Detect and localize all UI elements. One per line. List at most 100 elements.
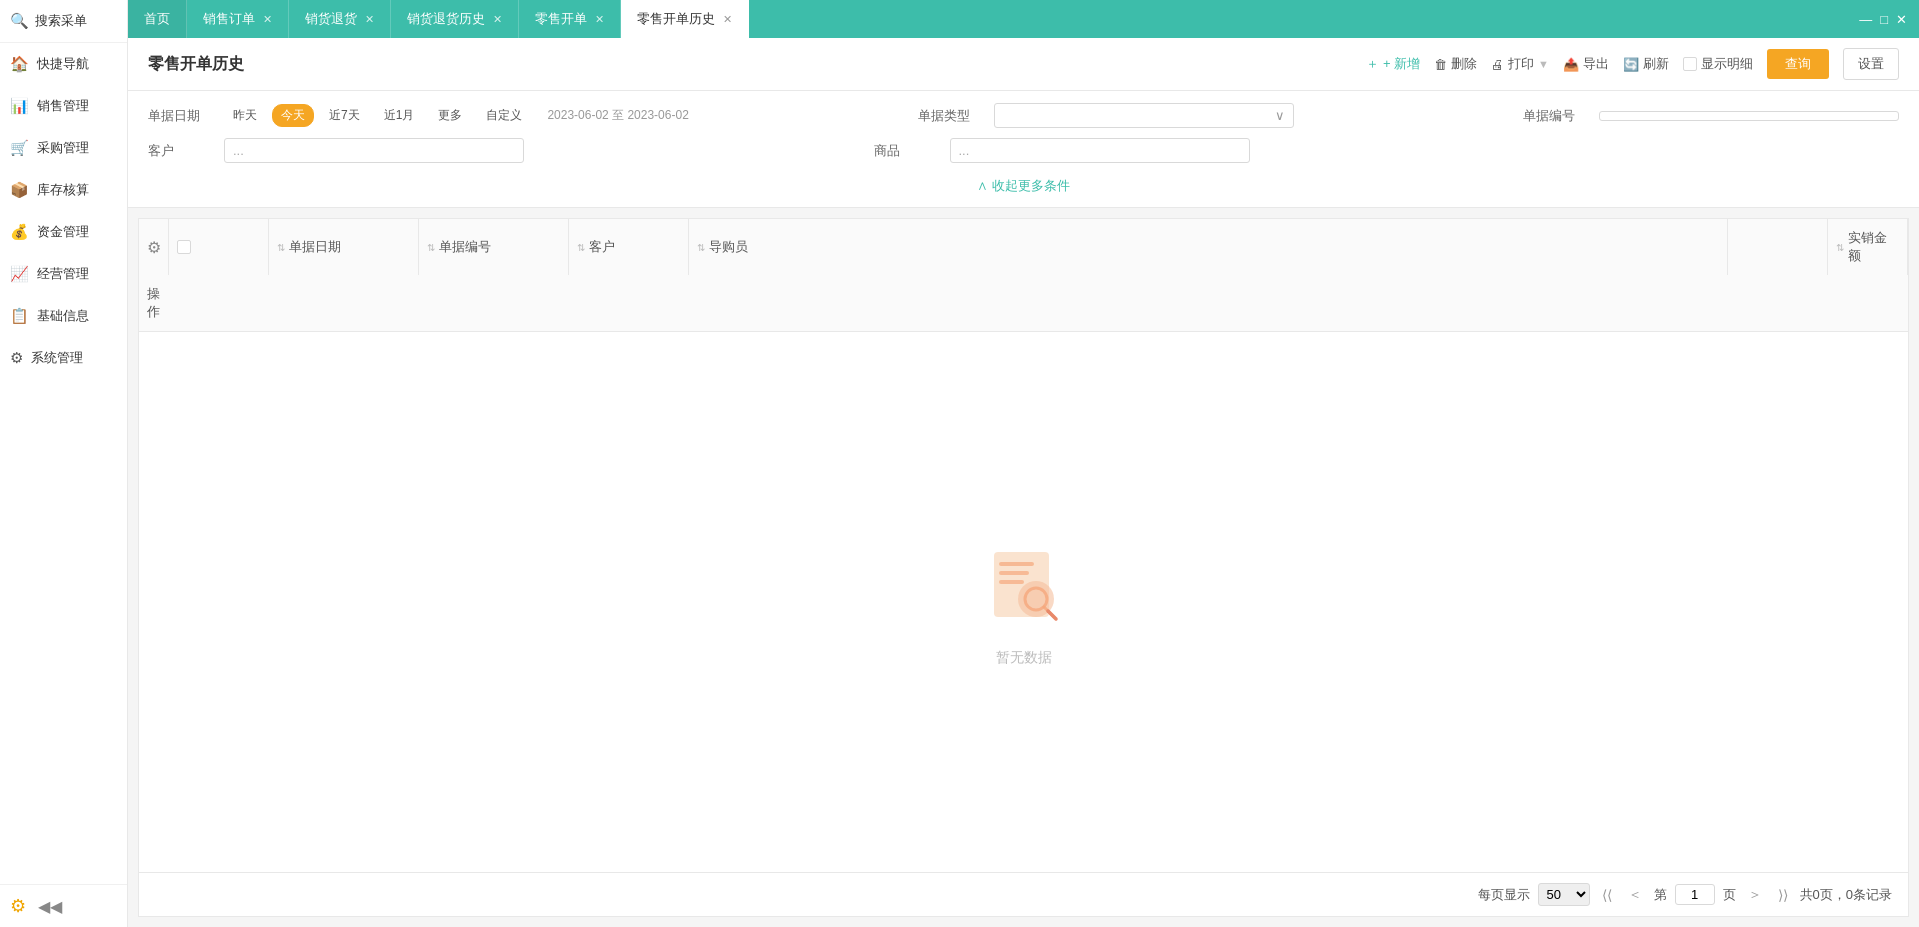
tab-sales-order-close[interactable]: ✕: [263, 13, 272, 26]
date-buttons: 昨天 今天 近7天 近1月 更多 自定义: [224, 104, 531, 127]
sidebar-item-sales-mgmt[interactable]: 📊 销售管理: [0, 85, 127, 127]
svg-rect-1: [999, 562, 1034, 566]
minimize-icon[interactable]: —: [1859, 12, 1872, 27]
total-records-text: 共0页，0条记录: [1800, 886, 1892, 904]
sort-guide-icon: ⇅: [697, 242, 705, 253]
sidebar-item-label: 经营管理: [37, 265, 89, 283]
customer-filter-label: 客户: [148, 142, 208, 160]
sidebar-bottom: ⚙ ◀◀: [0, 884, 127, 927]
maximize-icon[interactable]: □: [1880, 12, 1888, 27]
sort-number-icon: ⇅: [427, 242, 435, 253]
th-date[interactable]: ⇅ 单据日期: [269, 219, 419, 275]
pagination: 每页显示 50 100 200 ⟨⟨ ＜ 第 页 ＞ ⟩⟩ 共0页，0条记录: [139, 872, 1908, 916]
number-input[interactable]: [1599, 111, 1899, 121]
sidebar-item-inventory[interactable]: 📦 库存核算: [0, 169, 127, 211]
settings-gear-icon[interactable]: ⚙: [10, 895, 26, 917]
delete-button[interactable]: 🗑 删除: [1434, 55, 1477, 73]
date-range-display: 2023-06-02 至 2023-06-02: [547, 107, 688, 124]
tab-sales-return-close[interactable]: ✕: [365, 13, 374, 26]
sidebar-item-sys-mgmt[interactable]: ⚙ 系统管理: [0, 337, 127, 379]
date-btn-1month[interactable]: 近1月: [375, 104, 424, 127]
per-page-label: 每页显示: [1478, 886, 1530, 904]
tab-sales-order[interactable]: 销售订单 ✕: [187, 0, 289, 38]
th-amount[interactable]: ⇅ 实销金额: [1828, 219, 1908, 275]
svg-rect-2: [999, 571, 1029, 575]
th-actions-label: 操作: [147, 285, 161, 321]
nav-prev-btn[interactable]: ＜: [1624, 884, 1646, 906]
sidebar-item-purchase-mgmt[interactable]: 🛒 采购管理: [0, 127, 127, 169]
main-area: 首页 销售订单 ✕ 销货退货 ✕ 销货退货历史 ✕ 零售开单 ✕ 零售开单历史 …: [128, 0, 1919, 927]
table-settings-icon[interactable]: ⚙: [147, 238, 161, 257]
export-label: 导出: [1583, 55, 1609, 73]
th-guide[interactable]: ⇅ 导购员: [689, 219, 1728, 275]
sidebar-item-label: 销售管理: [37, 97, 89, 115]
collapse-sidebar-icon[interactable]: ◀◀: [38, 897, 62, 916]
show-detail-label: 显示明细: [1701, 55, 1753, 73]
collapse-filter-btn[interactable]: ∧ 收起更多条件: [148, 173, 1899, 195]
basic-info-icon: 📋: [10, 307, 29, 325]
tab-sales-order-label: 销售订单: [203, 10, 255, 28]
nav-last-btn[interactable]: ⟩⟩: [1774, 885, 1792, 905]
tab-home[interactable]: 首页: [128, 0, 187, 38]
date-btn-more[interactable]: 更多: [429, 104, 471, 127]
nav-next-btn[interactable]: ＞: [1744, 884, 1766, 906]
type-select-chevron-icon: ∨: [1275, 108, 1285, 123]
page-prefix-label: 第: [1654, 886, 1667, 904]
sys-mgmt-icon: ⚙: [10, 349, 23, 367]
print-icon: 🖨: [1491, 57, 1504, 72]
empty-text: 暂无数据: [996, 649, 1052, 667]
date-btn-custom[interactable]: 自定义: [477, 104, 531, 127]
sidebar-item-label: 资金管理: [37, 223, 89, 241]
tab-sales-return-history-close[interactable]: ✕: [493, 13, 502, 26]
table-header: ⚙ ⇅ 单据日期 ⇅ 单据编号 ⇅ 客户 ⇅: [139, 219, 1908, 332]
page-number-input[interactable]: [1675, 884, 1715, 905]
tab-retail-open[interactable]: 零售开单 ✕: [519, 0, 621, 38]
empty-illustration: [974, 537, 1074, 637]
goods-input[interactable]: ...: [950, 138, 1250, 163]
detail-checkbox-input[interactable]: [1683, 57, 1697, 71]
export-button[interactable]: 📤 导出: [1563, 55, 1609, 73]
number-filter-label: 单据编号: [1523, 107, 1583, 125]
sidebar-item-basic-info[interactable]: 📋 基础信息: [0, 295, 127, 337]
tab-sales-return-history[interactable]: 销货退货历史 ✕: [391, 0, 519, 38]
sidebar-item-finance[interactable]: 💰 资金管理: [0, 211, 127, 253]
nav-first-btn[interactable]: ⟨⟨: [1598, 885, 1616, 905]
add-label: + 新增: [1383, 55, 1420, 73]
per-page-select[interactable]: 50 100 200: [1538, 883, 1590, 906]
sidebar-item-quick-nav[interactable]: 🏠 快捷导航: [0, 43, 127, 85]
tab-sales-return[interactable]: 销货退货 ✕: [289, 0, 391, 38]
setting-button[interactable]: 设置: [1843, 48, 1899, 80]
tab-retail-open-history-close[interactable]: ✕: [723, 13, 732, 26]
date-btn-7days[interactable]: 近7天: [320, 104, 369, 127]
type-select[interactable]: ∨: [994, 103, 1294, 128]
date-btn-yesterday[interactable]: 昨天: [224, 104, 266, 127]
th-customer[interactable]: ⇅ 客户: [569, 219, 689, 275]
collapse-arrow-icon: ∧: [977, 178, 988, 193]
tab-retail-open-history[interactable]: 零售开单历史 ✕: [621, 0, 749, 38]
add-button[interactable]: ＋ + 新增: [1366, 55, 1420, 73]
sidebar-item-label: 快捷导航: [37, 55, 89, 73]
close-window-icon[interactable]: ✕: [1896, 12, 1907, 27]
show-detail-checkbox[interactable]: 显示明细: [1683, 55, 1753, 73]
sidebar-item-operations[interactable]: 📈 经营管理: [0, 253, 127, 295]
refresh-button[interactable]: 🔄 刷新: [1623, 55, 1669, 73]
purchase-icon: 🛒: [10, 139, 29, 157]
print-button[interactable]: 🖨 打印 ▼: [1491, 55, 1549, 73]
svg-line-7: [1048, 611, 1056, 619]
collapse-label: 收起更多条件: [992, 178, 1070, 193]
th-number[interactable]: ⇅ 单据编号: [419, 219, 569, 275]
sidebar-search[interactable]: 🔍 搜索采单: [0, 0, 127, 43]
customer-dots: ...: [233, 143, 244, 158]
select-all-checkbox[interactable]: [177, 240, 191, 254]
sidebar-item-label: 系统管理: [31, 349, 83, 367]
date-btn-today[interactable]: 今天: [272, 104, 314, 127]
sidebar-search-label: 搜索采单: [35, 12, 87, 30]
delete-icon: 🗑: [1434, 57, 1447, 72]
tab-retail-open-label: 零售开单: [535, 10, 587, 28]
query-button[interactable]: 查询: [1767, 49, 1829, 79]
tab-retail-open-close[interactable]: ✕: [595, 13, 604, 26]
add-icon: ＋: [1366, 55, 1379, 73]
th-extra: [1728, 219, 1828, 275]
customer-input[interactable]: ...: [224, 138, 524, 163]
th-customer-label: 客户: [589, 238, 615, 256]
